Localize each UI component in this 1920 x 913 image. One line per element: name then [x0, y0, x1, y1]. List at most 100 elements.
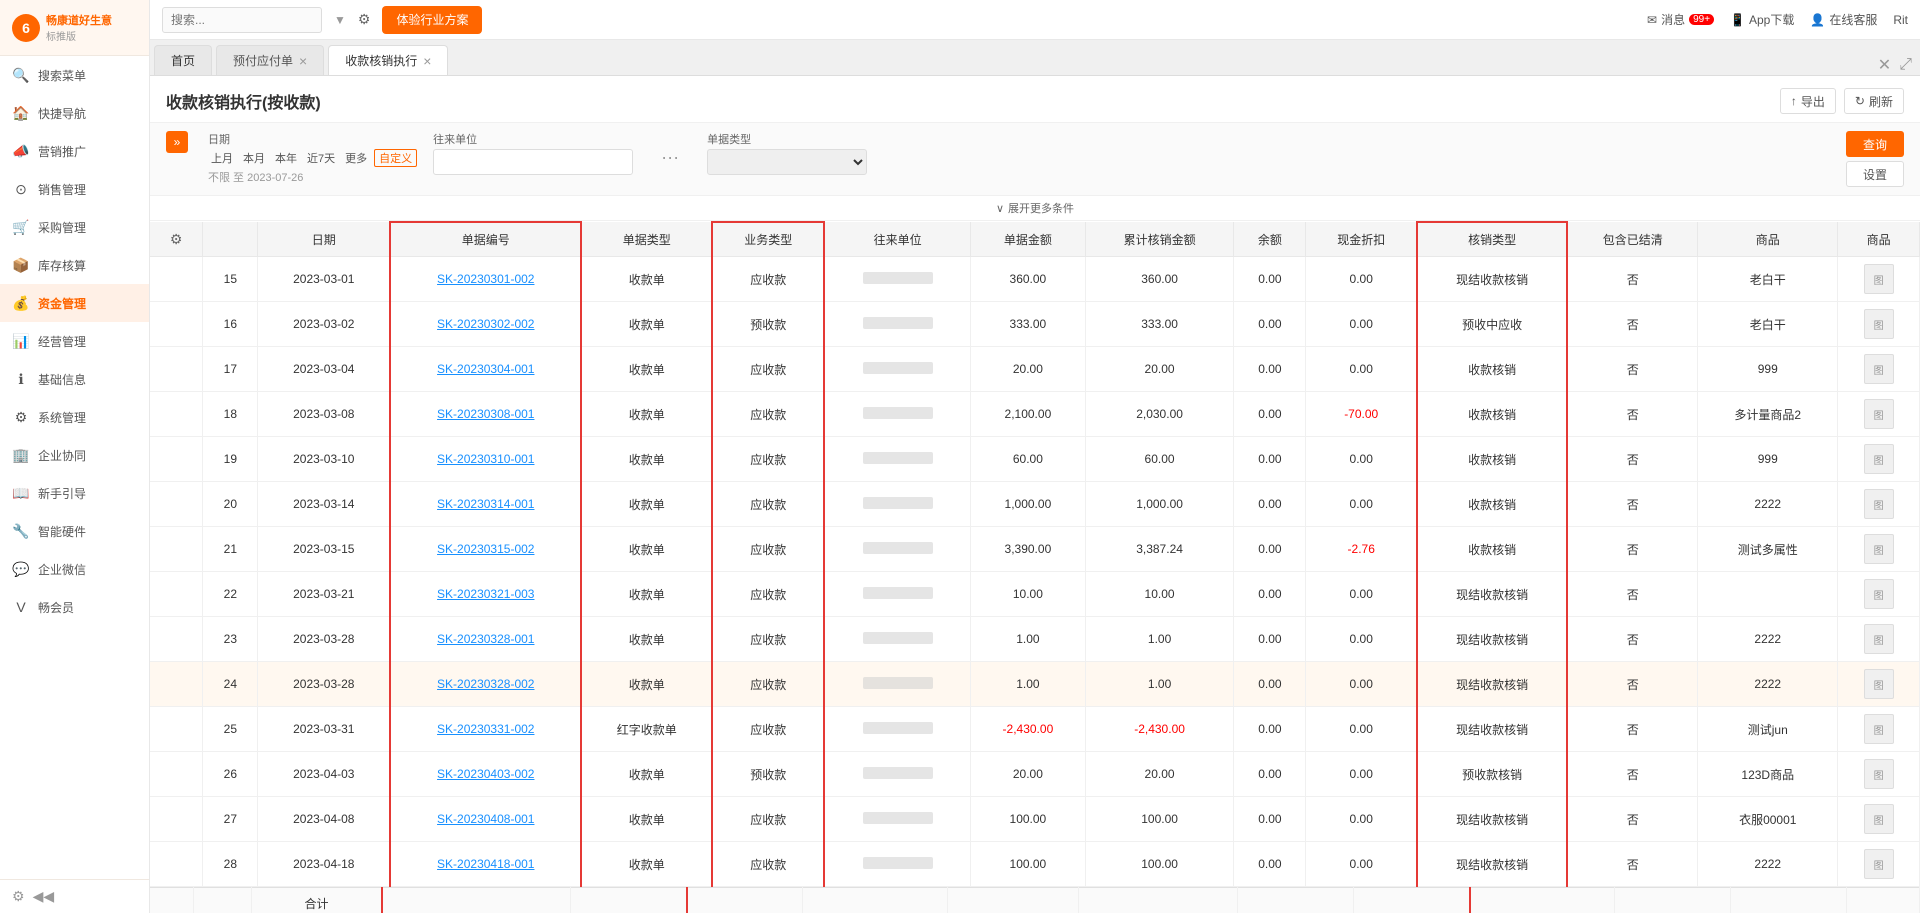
total-partner-cell: [803, 888, 948, 913]
sidebar-item-guide[interactable]: 📖 新手引导: [0, 474, 149, 512]
filter-date-this-month[interactable]: 本月: [240, 149, 268, 167]
sidebar-item-marketing[interactable]: 📣 营销推广: [0, 132, 149, 170]
td-balance: 0.00: [1234, 707, 1306, 752]
bill-no-link[interactable]: SK-20230310-001: [437, 452, 534, 466]
app-logo-icon: 6: [12, 14, 40, 42]
td-date: 2023-03-01: [258, 257, 391, 302]
app-logo-text: 畅康道好生意 标推版: [46, 12, 112, 43]
td-bill-amount: 2,100.00: [971, 392, 1086, 437]
topbar-message-btn[interactable]: ✉ 消息 99+: [1647, 11, 1714, 28]
query-btn[interactable]: 查询: [1846, 131, 1904, 157]
filter-type-select[interactable]: [707, 149, 867, 175]
td-include-settled: 否: [1567, 842, 1697, 887]
td-acc-cancel: 20.00: [1085, 752, 1234, 797]
inventory-icon: 📦: [12, 256, 30, 274]
sidebar-item-quick-nav[interactable]: 🏠 快捷导航: [0, 94, 149, 132]
bill-no-link[interactable]: SK-20230308-001: [437, 407, 534, 421]
td-goods-img: 图: [1838, 752, 1920, 797]
sidebar-settings-btn[interactable]: ⚙: [12, 888, 25, 905]
guide-icon: 📖: [12, 484, 30, 502]
page-title: 收款核销执行(按收款): [166, 89, 321, 113]
td-bill-no: SK-20230302-002: [390, 302, 581, 347]
filter-date-more[interactable]: 更多: [342, 149, 370, 167]
td-partner: [824, 392, 970, 437]
column-settings-icon[interactable]: ⚙: [170, 231, 183, 247]
sidebar-item-sales[interactable]: ⊙ 销售管理: [0, 170, 149, 208]
topbar-app-btn[interactable]: 📱 App下载: [1730, 11, 1794, 28]
td-cancel-type: 预收中应收: [1417, 302, 1567, 347]
filter-settings-btn[interactable]: 设置: [1846, 161, 1904, 187]
bill-no-link[interactable]: SK-20230403-002: [437, 767, 534, 781]
sidebar-item-search[interactable]: 🔍 搜索菜单: [0, 56, 149, 94]
sidebar-item-sys[interactable]: ⚙ 系统管理: [0, 398, 149, 436]
td-balance: 0.00: [1234, 437, 1306, 482]
sidebar-item-purchase[interactable]: 🛒 采购管理: [0, 208, 149, 246]
total-date-cell: 合计: [252, 888, 383, 913]
td-acc-cancel: 100.00: [1085, 842, 1234, 887]
sidebar-item-corp[interactable]: 🏢 企业协同: [0, 436, 149, 474]
tab-pre-apply-close-icon[interactable]: ×: [299, 54, 307, 68]
td-settings: [150, 482, 203, 527]
bill-no-link[interactable]: SK-20230331-002: [437, 722, 534, 736]
td-date: 2023-03-28: [258, 662, 391, 707]
th-settings[interactable]: ⚙: [150, 222, 203, 257]
filter-date-7days[interactable]: 近7天: [304, 149, 338, 167]
refresh-btn[interactable]: ↻ 刷新: [1844, 88, 1904, 114]
tab-close-all-icon[interactable]: ✕: [1878, 55, 1891, 75]
tab-expand-icon[interactable]: ⤢: [1899, 56, 1912, 74]
sidebar-label-marketing: 营销推广: [38, 143, 86, 160]
bill-no-link[interactable]: SK-20230328-001: [437, 632, 534, 646]
td-cash-discount: 0.00: [1306, 437, 1417, 482]
bill-no-link[interactable]: SK-20230302-002: [437, 317, 534, 331]
page-actions: ↑ 导出 ↻ 刷新: [1780, 88, 1904, 114]
td-biz-type: 应收款: [712, 437, 824, 482]
td-goods: 2222: [1698, 617, 1838, 662]
bill-no-link[interactable]: SK-20230301-002: [437, 272, 534, 286]
topbar-gear-icon[interactable]: ⚙: [358, 11, 371, 28]
bill-no-link[interactable]: SK-20230304-001: [437, 362, 534, 376]
tab-home[interactable]: 首页: [154, 45, 212, 75]
sidebar-item-vip[interactable]: V 畅会员: [0, 588, 149, 626]
topbar-service-btn[interactable]: 👤 在线客服: [1810, 11, 1877, 28]
bill-no-link[interactable]: SK-20230315-002: [437, 542, 534, 556]
bill-no-link[interactable]: SK-20230328-002: [437, 677, 534, 691]
sidebar-item-inventory[interactable]: 📦 库存核算: [0, 246, 149, 284]
filter-date-this-year[interactable]: 本年: [272, 149, 300, 167]
topbar-search-input[interactable]: [162, 7, 322, 33]
td-date: 2023-04-08: [258, 797, 391, 842]
bill-no-link[interactable]: SK-20230321-003: [437, 587, 534, 601]
td-goods-img: 图: [1838, 482, 1920, 527]
tab-pre-apply[interactable]: 预付应付单 ×: [216, 45, 324, 75]
expand-more-btn[interactable]: ∨ 展开更多条件: [996, 200, 1074, 216]
filter-date-custom-btn[interactable]: 自定义: [374, 149, 417, 167]
topbar-dropdown-arrow[interactable]: ▼: [334, 13, 346, 27]
tab-collect-cancel[interactable]: 收款核销执行 ×: [328, 45, 448, 75]
export-btn[interactable]: ↑ 导出: [1780, 88, 1836, 114]
filter-expand-btn[interactable]: »: [166, 131, 188, 153]
industry-solution-btn[interactable]: 体验行业方案: [382, 6, 482, 34]
th-cancel-type: 核销类型: [1417, 222, 1567, 257]
td-cancel-type: 现结收款核销: [1417, 257, 1567, 302]
topbar-user-name[interactable]: Rit: [1893, 13, 1908, 27]
filter-more-dots[interactable]: ···: [661, 147, 679, 168]
td-goods-img: 图: [1838, 437, 1920, 482]
td-cash-discount: -70.00: [1306, 392, 1417, 437]
sidebar-collapse-btn[interactable]: ◀◀: [33, 888, 55, 905]
td-biz-type: 应收款: [712, 572, 824, 617]
sidebar-item-hw[interactable]: 🔧 智能硬件: [0, 512, 149, 550]
td-acc-cancel: 360.00: [1085, 257, 1234, 302]
sidebar-label-search: 搜索菜单: [38, 67, 86, 84]
bill-no-link[interactable]: SK-20230314-001: [437, 497, 534, 511]
sidebar-item-basic[interactable]: ℹ 基础信息: [0, 360, 149, 398]
sidebar-item-ops[interactable]: 📊 经营管理: [0, 322, 149, 360]
tab-collect-cancel-close-icon[interactable]: ×: [423, 54, 431, 68]
td-bill-amount: 1,000.00: [971, 482, 1086, 527]
sidebar-item-wechat[interactable]: 💬 企业微信: [0, 550, 149, 588]
bill-no-link[interactable]: SK-20230418-001: [437, 857, 534, 871]
td-include-settled: 否: [1567, 257, 1697, 302]
sidebar-item-capital[interactable]: 💰 资金管理: [0, 284, 149, 322]
filter-date-last-month[interactable]: 上月: [208, 149, 236, 167]
filter-unit-input[interactable]: [433, 149, 633, 175]
td-bill-no: SK-20230321-003: [390, 572, 581, 617]
bill-no-link[interactable]: SK-20230408-001: [437, 812, 534, 826]
